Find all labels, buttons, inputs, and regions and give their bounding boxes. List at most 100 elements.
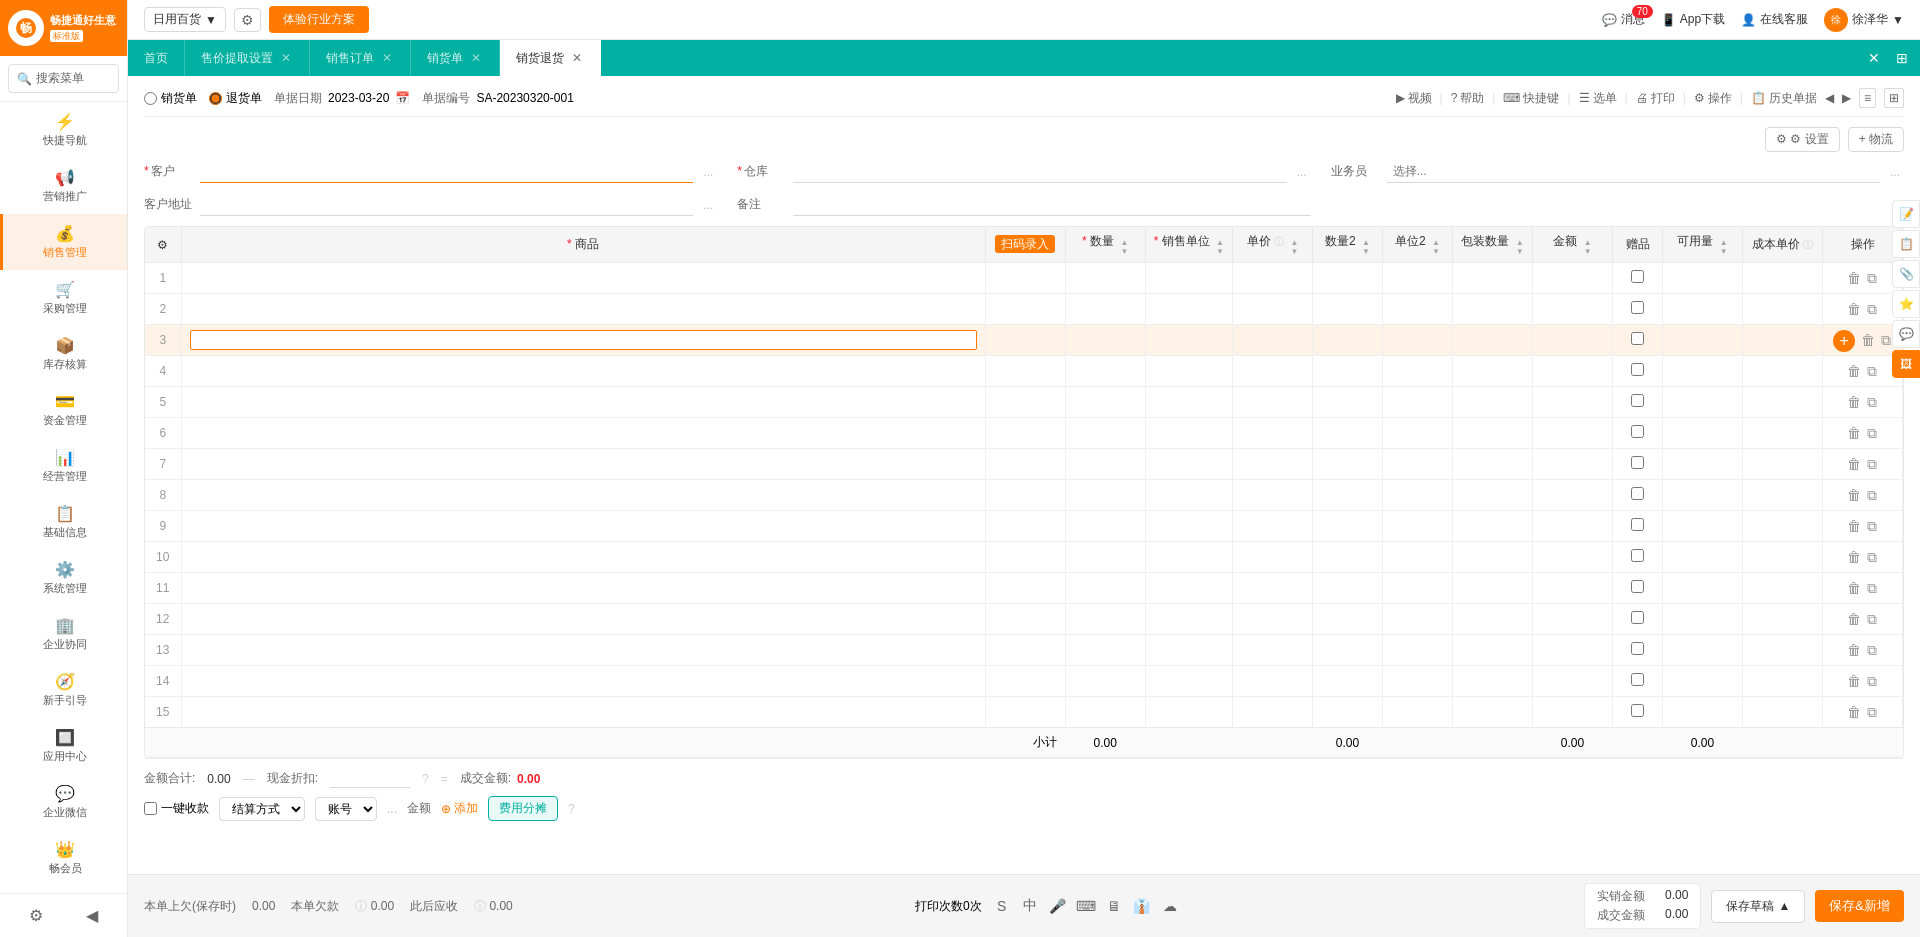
row-gift[interactable]	[1613, 387, 1663, 418]
copy-row-button[interactable]: ⧉	[1867, 671, 1877, 691]
row-available[interactable]	[1663, 573, 1743, 604]
sidebar-item-finance[interactable]: 💳 资金管理	[0, 382, 127, 438]
gift-checkbox[interactable]	[1631, 301, 1644, 314]
delete-row-button[interactable]: 🗑	[1847, 671, 1861, 691]
product-input[interactable]	[190, 330, 977, 350]
copy-row-button[interactable]: ⧉	[1867, 423, 1877, 443]
gift-checkbox[interactable]	[1631, 487, 1644, 500]
row-qty[interactable]	[1065, 387, 1145, 418]
grid-view-button[interactable]: ⊞	[1884, 88, 1904, 108]
row-amount[interactable]	[1533, 449, 1613, 480]
select-order-action[interactable]: ☰ 选单	[1579, 90, 1617, 107]
row-qty[interactable]	[1065, 418, 1145, 449]
row-cost-unit[interactable]	[1743, 294, 1823, 325]
tab-price-settings-close[interactable]: ✕	[279, 51, 293, 65]
row-product[interactable]	[181, 418, 985, 449]
row-gift[interactable]	[1613, 449, 1663, 480]
settings-button[interactable]: ⚙ ⚙ 设置	[1765, 127, 1840, 152]
row-cost-unit[interactable]	[1743, 325, 1823, 356]
price-sort[interactable]: ▲▼	[1290, 239, 1298, 256]
row-cost-unit[interactable]	[1743, 449, 1823, 480]
row-amount[interactable]	[1533, 542, 1613, 573]
row-available[interactable]	[1663, 356, 1743, 387]
next-record-button[interactable]: ▶	[1842, 91, 1851, 105]
save-draft-button[interactable]: 保存草稿 ▲	[1711, 890, 1805, 923]
row-cost-unit[interactable]	[1743, 356, 1823, 387]
row-sales-unit[interactable]	[1145, 666, 1232, 697]
row-qty2[interactable]	[1313, 511, 1383, 542]
right-panel-btn-4[interactable]: ⭐	[1892, 290, 1920, 318]
close-all-tabs-button[interactable]: ✕	[1864, 48, 1884, 68]
row-qty2[interactable]	[1313, 449, 1383, 480]
row-pkg-qty[interactable]	[1453, 387, 1533, 418]
copy-row-button[interactable]: ⧉	[1867, 392, 1877, 412]
trial-button[interactable]: 体验行业方案	[269, 6, 369, 33]
delete-row-button[interactable]: 🗑	[1847, 702, 1861, 722]
row-product[interactable]	[181, 325, 985, 356]
row-sales-unit[interactable]	[1145, 697, 1232, 728]
row-cost-unit[interactable]	[1743, 387, 1823, 418]
topbar-gear-button[interactable]: ⚙	[234, 8, 261, 32]
tab-sales-order-close[interactable]: ✕	[380, 51, 394, 65]
row-cost-unit[interactable]	[1743, 573, 1823, 604]
row-available[interactable]	[1663, 604, 1743, 635]
prev-record-button[interactable]: ◀	[1825, 91, 1834, 105]
row-sales-unit[interactable]	[1145, 635, 1232, 666]
row-available[interactable]	[1663, 635, 1743, 666]
row-sales-unit[interactable]	[1145, 294, 1232, 325]
row-product[interactable]	[181, 294, 985, 325]
row-available[interactable]	[1663, 387, 1743, 418]
gift-checkbox[interactable]	[1631, 549, 1644, 562]
row-available[interactable]	[1663, 480, 1743, 511]
row-cost-unit[interactable]	[1743, 480, 1823, 511]
row-qty2[interactable]	[1313, 542, 1383, 573]
row-available[interactable]	[1663, 449, 1743, 480]
gift-checkbox[interactable]	[1631, 642, 1644, 655]
row-amount[interactable]	[1533, 418, 1613, 449]
shirt-icon[interactable]: 👔	[1130, 894, 1154, 918]
delete-row-button[interactable]: 🗑	[1847, 578, 1861, 598]
row-qty[interactable]	[1065, 511, 1145, 542]
row-available[interactable]	[1663, 666, 1743, 697]
row-unit2[interactable]	[1383, 697, 1453, 728]
row-gift[interactable]	[1613, 635, 1663, 666]
account-dots[interactable]: ...	[387, 802, 397, 816]
sidebar-item-system[interactable]: ⚙️ 系统管理	[0, 550, 127, 606]
row-amount[interactable]	[1533, 387, 1613, 418]
row-unit2[interactable]	[1383, 480, 1453, 511]
row-pkg-qty[interactable]	[1453, 294, 1533, 325]
row-amount[interactable]	[1533, 480, 1613, 511]
gift-checkbox[interactable]	[1631, 580, 1644, 593]
row-unit-price[interactable]	[1233, 542, 1313, 573]
row-unit2[interactable]	[1383, 325, 1453, 356]
sidebar-item-inventory[interactable]: 📦 库存核算	[0, 326, 127, 382]
row-qty2[interactable]	[1313, 263, 1383, 294]
list-view-button[interactable]: ≡	[1859, 88, 1876, 108]
tab-sales-delivery[interactable]: 销货单 ✕	[411, 40, 500, 76]
delete-row-button[interactable]: 🗑	[1847, 485, 1861, 505]
sidebar-collapse-button[interactable]: ◀	[82, 902, 102, 929]
help-action[interactable]: ? 帮助	[1451, 90, 1485, 107]
row-amount[interactable]	[1533, 356, 1613, 387]
row-cost-unit[interactable]	[1743, 666, 1823, 697]
row-pkg-qty[interactable]	[1453, 325, 1533, 356]
row-available[interactable]	[1663, 263, 1743, 294]
row-amount[interactable]	[1533, 666, 1613, 697]
gift-checkbox[interactable]	[1631, 704, 1644, 717]
row-qty2[interactable]	[1313, 387, 1383, 418]
row-product[interactable]	[181, 573, 985, 604]
right-panel-btn-6[interactable]: 🖼	[1892, 350, 1920, 378]
row-sales-unit[interactable]	[1145, 604, 1232, 635]
row-available[interactable]	[1663, 511, 1743, 542]
right-panel-btn-2[interactable]: 📋	[1892, 230, 1920, 258]
tab-price-settings[interactable]: 售价提取设置 ✕	[185, 40, 310, 76]
row-unit-price[interactable]	[1233, 511, 1313, 542]
sidebar-item-operations[interactable]: 📊 经营管理	[0, 438, 127, 494]
row-unit2[interactable]	[1383, 542, 1453, 573]
row-product[interactable]	[181, 511, 985, 542]
user-menu-button[interactable]: 徐 徐泽华 ▼	[1824, 8, 1904, 32]
row-unit2[interactable]	[1383, 294, 1453, 325]
row-unit-price[interactable]	[1233, 449, 1313, 480]
row-qty[interactable]	[1065, 263, 1145, 294]
discount-input[interactable]	[330, 769, 410, 788]
